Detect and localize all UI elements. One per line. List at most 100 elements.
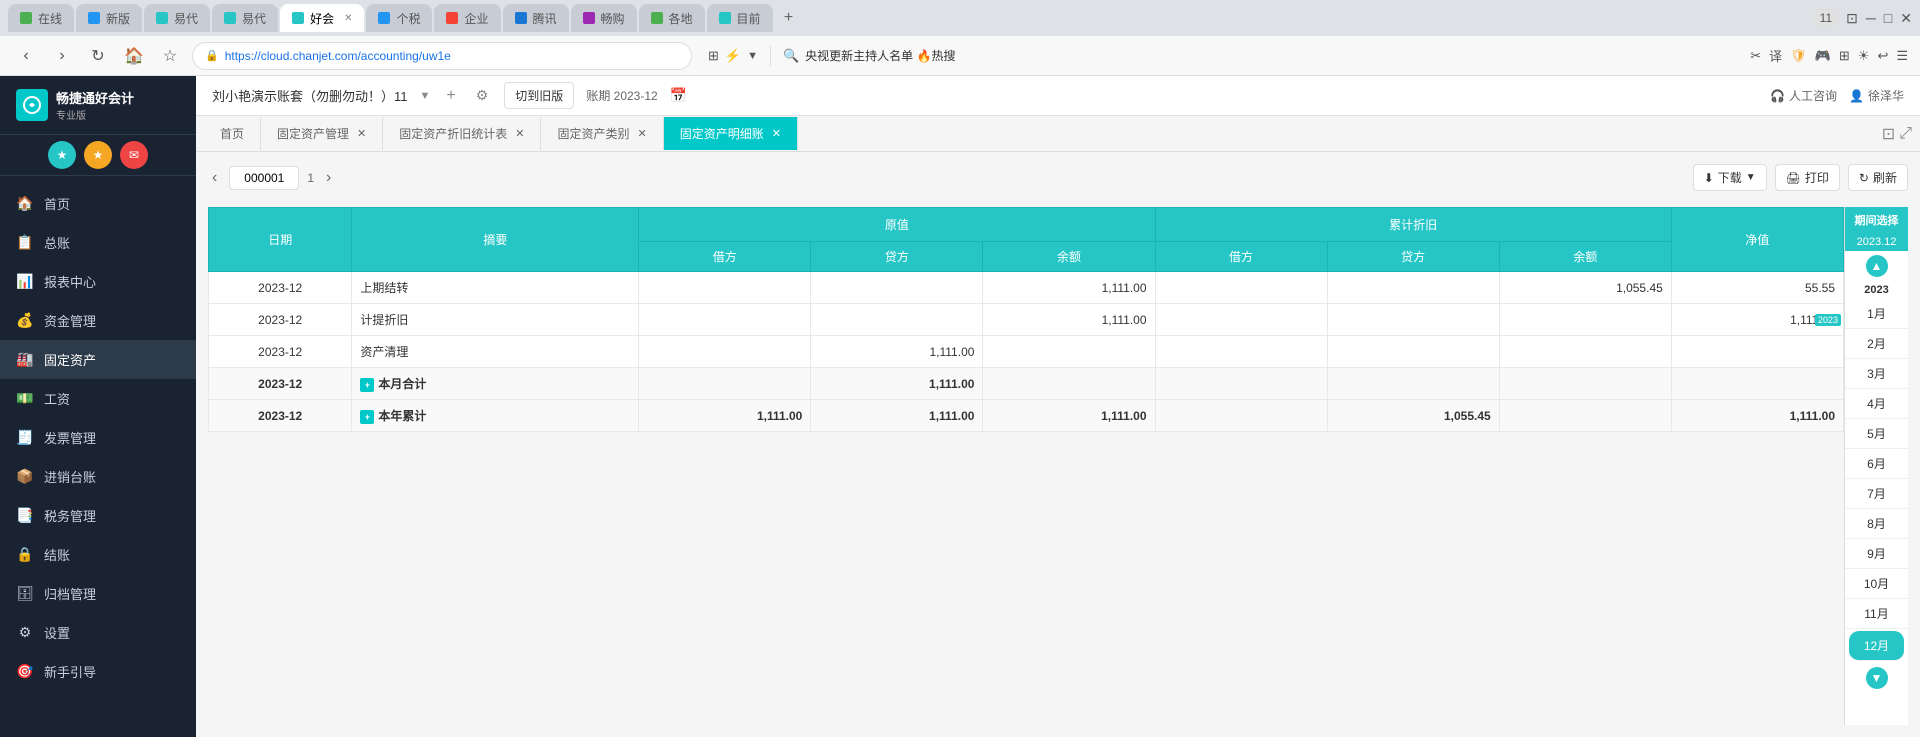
sidebar-item-ledger[interactable]: 📋 总账: [0, 223, 196, 262]
close-window-icon[interactable]: ✕: [1900, 10, 1912, 27]
period-month-3[interactable]: 3月: [1845, 359, 1908, 389]
sidebar-top-icon-1[interactable]: ★: [48, 141, 76, 169]
sidebar-item-closing[interactable]: 🔒 结账: [0, 535, 196, 574]
period-month-8[interactable]: 8月: [1845, 509, 1908, 539]
period-up-icon[interactable]: ▲: [1866, 255, 1888, 277]
tab-close-fixed-assets-mgmt[interactable]: ✕: [357, 127, 366, 140]
dropdown-arrow-account[interactable]: ▼: [420, 90, 431, 102]
period-month-2[interactable]: 2月: [1845, 329, 1908, 359]
home-button[interactable]: 🏠: [120, 42, 148, 70]
browser-tab-6[interactable]: 个税: [366, 4, 432, 32]
sidebar-item-inventory[interactable]: 📦 进销台账: [0, 457, 196, 496]
period-month-4[interactable]: 4月: [1845, 389, 1908, 419]
service-button[interactable]: 🎧 人工咨询: [1770, 87, 1837, 104]
period-month-5[interactable]: 5月: [1845, 419, 1908, 449]
browser-tab-1[interactable]: 在线: [8, 4, 74, 32]
period-month-10[interactable]: 10月: [1845, 569, 1908, 599]
sidebar-item-tax[interactable]: 📑 税务管理: [0, 496, 196, 535]
dropdown-arrow[interactable]: ▼: [747, 50, 758, 62]
scissors-icon[interactable]: ✂: [1750, 48, 1761, 64]
browser-tab-4[interactable]: 易代: [212, 4, 278, 32]
account-name[interactable]: 刘小艳演示账套（勿删勿动！）11: [212, 86, 408, 105]
period-month-11[interactable]: 11月: [1845, 599, 1908, 629]
browser-tab-3[interactable]: 易代: [144, 4, 210, 32]
tab-close-depreciation-stats[interactable]: ✕: [515, 127, 524, 140]
game-icon[interactable]: 🎮: [1815, 48, 1831, 64]
sidebar-item-fixed-assets[interactable]: 🏭 固定资产: [0, 340, 196, 379]
download-button[interactable]: ⬇ 下载 ▼: [1693, 164, 1767, 191]
period-down-button[interactable]: ▼: [1845, 663, 1908, 693]
back-button[interactable]: ‹: [12, 42, 40, 70]
tab-close-asset-detail[interactable]: ✕: [772, 127, 781, 140]
sidebar-label-payroll: 工资: [44, 389, 70, 408]
lightning-icon[interactable]: ⚡: [725, 48, 741, 64]
forward-button[interactable]: ›: [48, 42, 76, 70]
page-prev-button[interactable]: ‹: [208, 169, 221, 187]
sidebar-item-settings[interactable]: ⚙ 设置: [0, 613, 196, 652]
add-account-button[interactable]: +: [442, 87, 459, 105]
restore-icon[interactable]: ⊡: [1846, 10, 1858, 27]
reload-button[interactable]: ↻: [84, 42, 112, 70]
print-button[interactable]: 🖨 打印: [1775, 164, 1840, 191]
new-tab-button[interactable]: +: [775, 4, 803, 32]
tab-fixed-assets-mgmt[interactable]: 固定资产管理 ✕: [261, 117, 383, 150]
undo-icon[interactable]: ↩: [1877, 48, 1888, 64]
tab-close-5[interactable]: ✕: [344, 13, 352, 24]
cell-summary-3: 资产清理: [352, 336, 639, 368]
browser-tab-9[interactable]: 畅购: [571, 4, 637, 32]
translate-icon[interactable]: 译: [1769, 46, 1782, 65]
period-down-icon[interactable]: ▼: [1866, 667, 1888, 689]
tab-close-asset-category[interactable]: ✕: [638, 127, 647, 140]
grid-icon[interactable]: ⊞: [708, 48, 719, 64]
tab-asset-detail[interactable]: 固定资产明细账 ✕: [664, 117, 798, 150]
period-month-9[interactable]: 9月: [1845, 539, 1908, 569]
browser-tab-7[interactable]: 企业: [434, 4, 500, 32]
switch-version-button[interactable]: 切到旧版: [504, 82, 574, 109]
period-month-7[interactable]: 7月: [1845, 479, 1908, 509]
fixed-assets-icon: 🏭: [16, 351, 34, 368]
refresh-button[interactable]: ↻ 刷新: [1848, 164, 1908, 191]
address-input[interactable]: 🔒 https://cloud.chanjet.com/accounting/u…: [192, 42, 692, 70]
browser-tab-5[interactable]: 好会 ✕: [280, 4, 364, 32]
calendar-icon[interactable]: 📅: [670, 87, 687, 104]
bookmark-button[interactable]: ☆: [156, 42, 184, 70]
apps-icon[interactable]: ⊞: [1839, 48, 1850, 64]
user-button[interactable]: 👤 徐泽华: [1849, 87, 1904, 104]
tab-collapse-icon[interactable]: ⊡: [1882, 124, 1895, 144]
table-period-container: 日期 摘要 原值 累计折旧 净值 借方 贷方 余额: [208, 207, 1908, 725]
period-month-12[interactable]: 12月: [1849, 631, 1904, 661]
sidebar-top-icon-2[interactable]: ★: [84, 141, 112, 169]
sidebar-item-home[interactable]: 🏠 首页: [0, 184, 196, 223]
sidebar-item-invoice[interactable]: 🧾 发票管理: [0, 418, 196, 457]
sidebar-item-guide[interactable]: 🎯 新手引导: [0, 652, 196, 691]
browser-tab-10[interactable]: 各地: [639, 4, 705, 32]
tab-expand-icon[interactable]: ⤢: [1899, 125, 1912, 143]
page-next-button[interactable]: ›: [322, 169, 335, 187]
sidebar-item-payroll[interactable]: 💵 工资: [0, 379, 196, 418]
shield-icon[interactable]: 🛡: [1790, 48, 1807, 64]
download-dropdown-icon[interactable]: ▼: [1746, 172, 1756, 183]
tab-depreciation-stats[interactable]: 固定资产折旧统计表 ✕: [383, 117, 541, 150]
period-month-1[interactable]: 1月: [1845, 299, 1908, 329]
minimize-icon[interactable]: ─: [1866, 10, 1876, 26]
sun-icon[interactable]: ☀: [1858, 48, 1870, 64]
tab-favicon-3: [156, 12, 168, 24]
browser-tab-8[interactable]: 腾讯: [503, 4, 569, 32]
th-orig-credit: 贷方: [811, 242, 983, 272]
tab-asset-category[interactable]: 固定资产类别 ✕: [541, 117, 663, 150]
sidebar-item-archive[interactable]: 🗄 归档管理: [0, 574, 196, 613]
period-up-button[interactable]: ▲: [1845, 251, 1908, 281]
menu-icon[interactable]: ☰: [1896, 48, 1908, 64]
sidebar-label-closing: 结账: [44, 545, 70, 564]
maximize-icon[interactable]: □: [1884, 10, 1892, 26]
sidebar-item-funds[interactable]: 💰 资金管理: [0, 301, 196, 340]
browser-tab-2[interactable]: 新版: [76, 4, 142, 32]
tab-home[interactable]: 首页: [204, 117, 261, 150]
sidebar-top-icon-3[interactable]: ✉: [120, 141, 148, 169]
download-icon: ⬇: [1704, 171, 1714, 185]
page-number-input[interactable]: [229, 166, 299, 190]
period-month-6[interactable]: 6月: [1845, 449, 1908, 479]
browser-tab-11[interactable]: 目前: [707, 4, 773, 32]
settings-gear-icon[interactable]: ⚙: [472, 87, 493, 104]
sidebar-item-reports[interactable]: 📊 报表中心: [0, 262, 196, 301]
